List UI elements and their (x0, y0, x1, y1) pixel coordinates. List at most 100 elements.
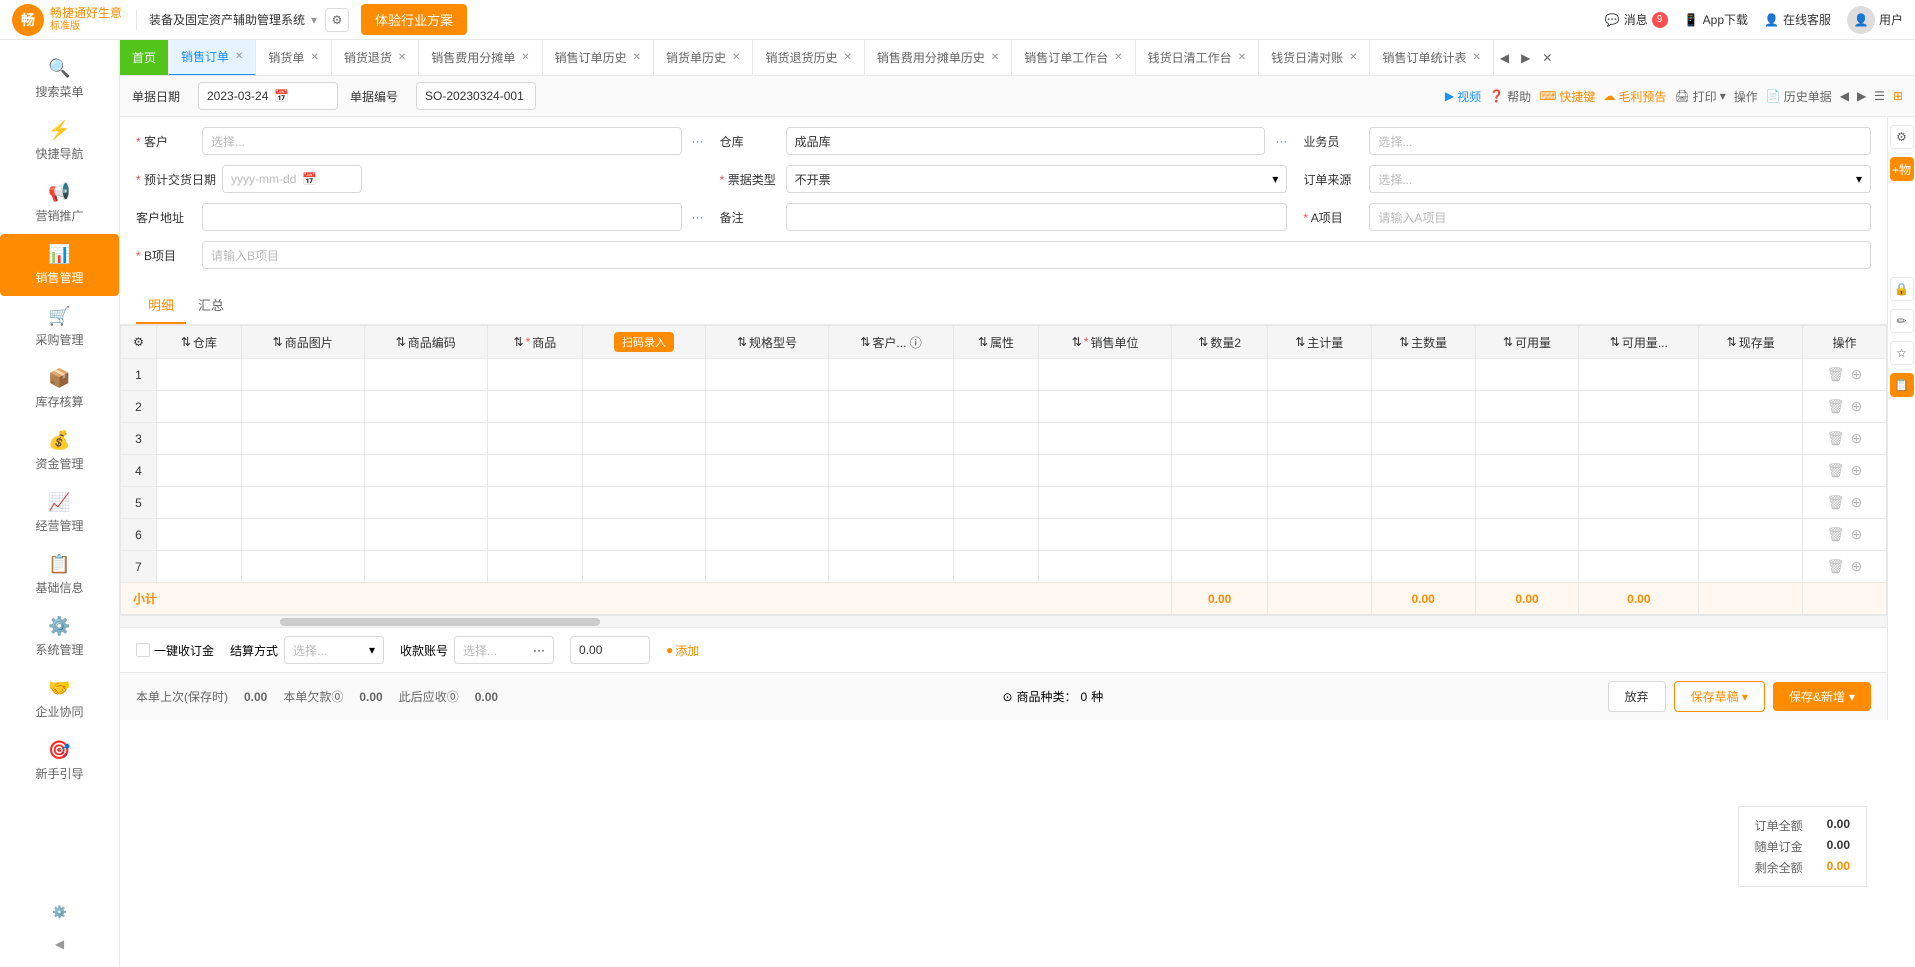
tab-close-icon[interactable]: ✕ (1238, 52, 1246, 63)
tab-more-button[interactable]: ✕ (1536, 40, 1558, 76)
delete-icon[interactable]: 🗑 (1827, 398, 1845, 415)
sidebar-item-inventory[interactable]: 📦 库存核算 (0, 358, 119, 420)
sidebar-item-finance[interactable]: 💰 资金管理 (0, 420, 119, 482)
solution-button[interactable]: 体验行业方案 (361, 4, 467, 35)
sidebar-item-guide[interactable]: 🎯 新手引导 (0, 730, 119, 792)
tab-expense-history[interactable]: 销售费用分摊单历史 ✕ (865, 40, 1012, 76)
sidebar-item-marketing[interactable]: 📢 营销推广 (0, 172, 119, 234)
settings-icon[interactable]: ⚙ (325, 8, 349, 32)
delete-icon[interactable]: 🗑 (1827, 462, 1845, 479)
sidebar-item-quicknav[interactable]: ⚡ 快捷导航 (0, 110, 119, 172)
sidebar-collapse-button[interactable]: ◀ (47, 929, 72, 959)
history-button[interactable]: 📄 历史单据 (1766, 88, 1832, 105)
tab-close-icon[interactable]: ✕ (633, 52, 641, 63)
tab-close-icon[interactable]: ✕ (1349, 52, 1357, 63)
nav-prev-button[interactable]: ◀ (1840, 89, 1849, 103)
tab-sales-order[interactable]: 销售订单 ✕ (169, 40, 256, 76)
address-more-icon[interactable]: ··· (692, 210, 704, 224)
table-scrollbar[interactable] (120, 615, 1887, 627)
help-button[interactable]: ❓ 帮助 (1489, 88, 1531, 105)
tab-invoice-history[interactable]: 销货单历史 ✕ (654, 40, 753, 76)
col-scan[interactable]: 扫码录入 (583, 326, 706, 359)
edit-tool[interactable]: ✏ (1890, 309, 1914, 333)
delete-icon[interactable]: 🗑 (1827, 558, 1845, 575)
app-download-item[interactable]: 📱 App下载 (1684, 11, 1748, 28)
settings-tool[interactable]: ⚙ (1890, 125, 1914, 149)
cell-main-qty[interactable] (1371, 359, 1475, 391)
b-project-input[interactable]: 请输入B项目 (202, 241, 1871, 269)
delivery-input[interactable]: yyyy-mm-dd 📅 (222, 165, 362, 193)
tab-expense[interactable]: 销售费用分摊单 ✕ (419, 40, 542, 76)
detail-tab-detail[interactable]: 明细 (136, 287, 186, 324)
scan-button[interactable]: 扫码录入 (614, 332, 674, 352)
tab-close-icon[interactable]: ✕ (398, 52, 406, 63)
order-source-select[interactable]: 选择... ▾ (1369, 165, 1871, 193)
tab-return[interactable]: 销货退货 ✕ (332, 40, 419, 76)
cell-image[interactable] (241, 359, 364, 391)
save-draft-button[interactable]: 保存草稿 ▾ (1674, 681, 1765, 712)
staff-input[interactable]: 选择... (1369, 127, 1871, 155)
save-new-button[interactable]: 保存&新增 ▾ (1773, 682, 1871, 711)
tab-close-icon[interactable]: ✕ (521, 52, 529, 63)
view-button[interactable]: ▶ 视频 (1445, 88, 1481, 105)
shortcut-button[interactable]: ⌨ 快捷键 (1539, 88, 1595, 105)
tab-close-icon[interactable]: ✕ (732, 52, 740, 63)
tab-close-icon[interactable]: ✕ (991, 52, 999, 63)
user-item[interactable]: 👤 用户 (1847, 6, 1903, 34)
copy-icon[interactable]: ⊕ (1851, 526, 1863, 543)
tab-invoice[interactable]: 销货单 ✕ (256, 40, 331, 76)
cell-unit[interactable] (1038, 359, 1172, 391)
sidebar-item-basics[interactable]: 📋 基础信息 (0, 544, 119, 606)
sidebar-item-system[interactable]: ⚙️ 系统管理 (0, 606, 119, 668)
copy-icon[interactable]: ⊕ (1851, 494, 1863, 511)
copy-icon[interactable]: ⊕ (1851, 398, 1863, 415)
cell-product[interactable] (487, 359, 582, 391)
cell-spec[interactable] (705, 359, 828, 391)
invoice-select[interactable]: 不开票 ▾ (786, 165, 1288, 193)
a-project-input[interactable]: 请输入A项目 (1369, 203, 1871, 231)
message-item[interactable]: 💬 消息 9 (1605, 11, 1668, 28)
delete-icon[interactable]: 🗑 (1827, 366, 1845, 383)
nav-next-button[interactable]: ▶ (1857, 89, 1866, 103)
sidebar-settings[interactable]: ⚙️ (0, 895, 119, 929)
tab-close-icon[interactable]: ✕ (843, 52, 851, 63)
tab-home[interactable]: 首页 (120, 40, 169, 76)
sidebar-item-search[interactable]: 🔍 搜索菜单 (0, 48, 119, 110)
tab-close-icon[interactable]: ✕ (235, 51, 243, 62)
cell-attr[interactable] (954, 359, 1039, 391)
tab-order-workbench[interactable]: 销售订单工作台 ✕ (1012, 40, 1135, 76)
copy-icon[interactable]: ⊕ (1851, 558, 1863, 575)
cell-available[interactable] (1475, 359, 1579, 391)
tab-close-icon[interactable]: ✕ (1114, 52, 1122, 63)
tab-reconcile[interactable]: 钱货日清对账 ✕ (1259, 40, 1370, 76)
cell-customer-code[interactable] (829, 359, 954, 391)
payment-select[interactable]: 选择... ▾ (284, 636, 384, 664)
copy-icon[interactable]: ⊕ (1851, 366, 1863, 383)
cell-main-unit[interactable] (1267, 359, 1371, 391)
col-settings[interactable]: ⚙ (121, 326, 157, 359)
add-button[interactable]: ● 添加 (666, 642, 699, 659)
one-click-checkbox[interactable]: 一键收订金 (136, 642, 214, 659)
tab-close-icon[interactable]: ✕ (1473, 52, 1481, 63)
tab-order-history[interactable]: 销售订单历史 ✕ (543, 40, 654, 76)
customer-input[interactable]: 选择... (202, 127, 682, 155)
tab-next-button[interactable]: ▶ (1515, 40, 1536, 76)
copy-icon[interactable]: ⊕ (1851, 430, 1863, 447)
number-input[interactable]: SO-20230324-001 (416, 82, 536, 110)
lock-tool[interactable]: 🔒 (1890, 277, 1914, 301)
sidebar-item-operations[interactable]: 📈 经营管理 (0, 482, 119, 544)
tab-stats[interactable]: 销售订单统计表 ✕ (1370, 40, 1493, 76)
remark-input[interactable] (786, 203, 1288, 231)
account-more-icon[interactable]: ··· (533, 643, 545, 657)
checkbox-input[interactable] (136, 643, 150, 657)
cell-qty2[interactable] (1172, 359, 1267, 391)
tab-close-icon[interactable]: ✕ (310, 52, 318, 63)
delete-icon[interactable]: 🗑 (1827, 494, 1845, 511)
cell-code[interactable] (364, 359, 487, 391)
scrollbar-thumb[interactable] (280, 618, 600, 626)
warehouse-input[interactable]: 成品库 (786, 127, 1266, 155)
address-input[interactable] (202, 203, 682, 231)
tab-daily-workbench[interactable]: 钱货日清工作台 ✕ (1136, 40, 1259, 76)
sidebar-item-sales[interactable]: 📊 销售管理 (0, 234, 119, 296)
profit-button[interactable]: ☁ 毛利预告 (1603, 88, 1666, 105)
